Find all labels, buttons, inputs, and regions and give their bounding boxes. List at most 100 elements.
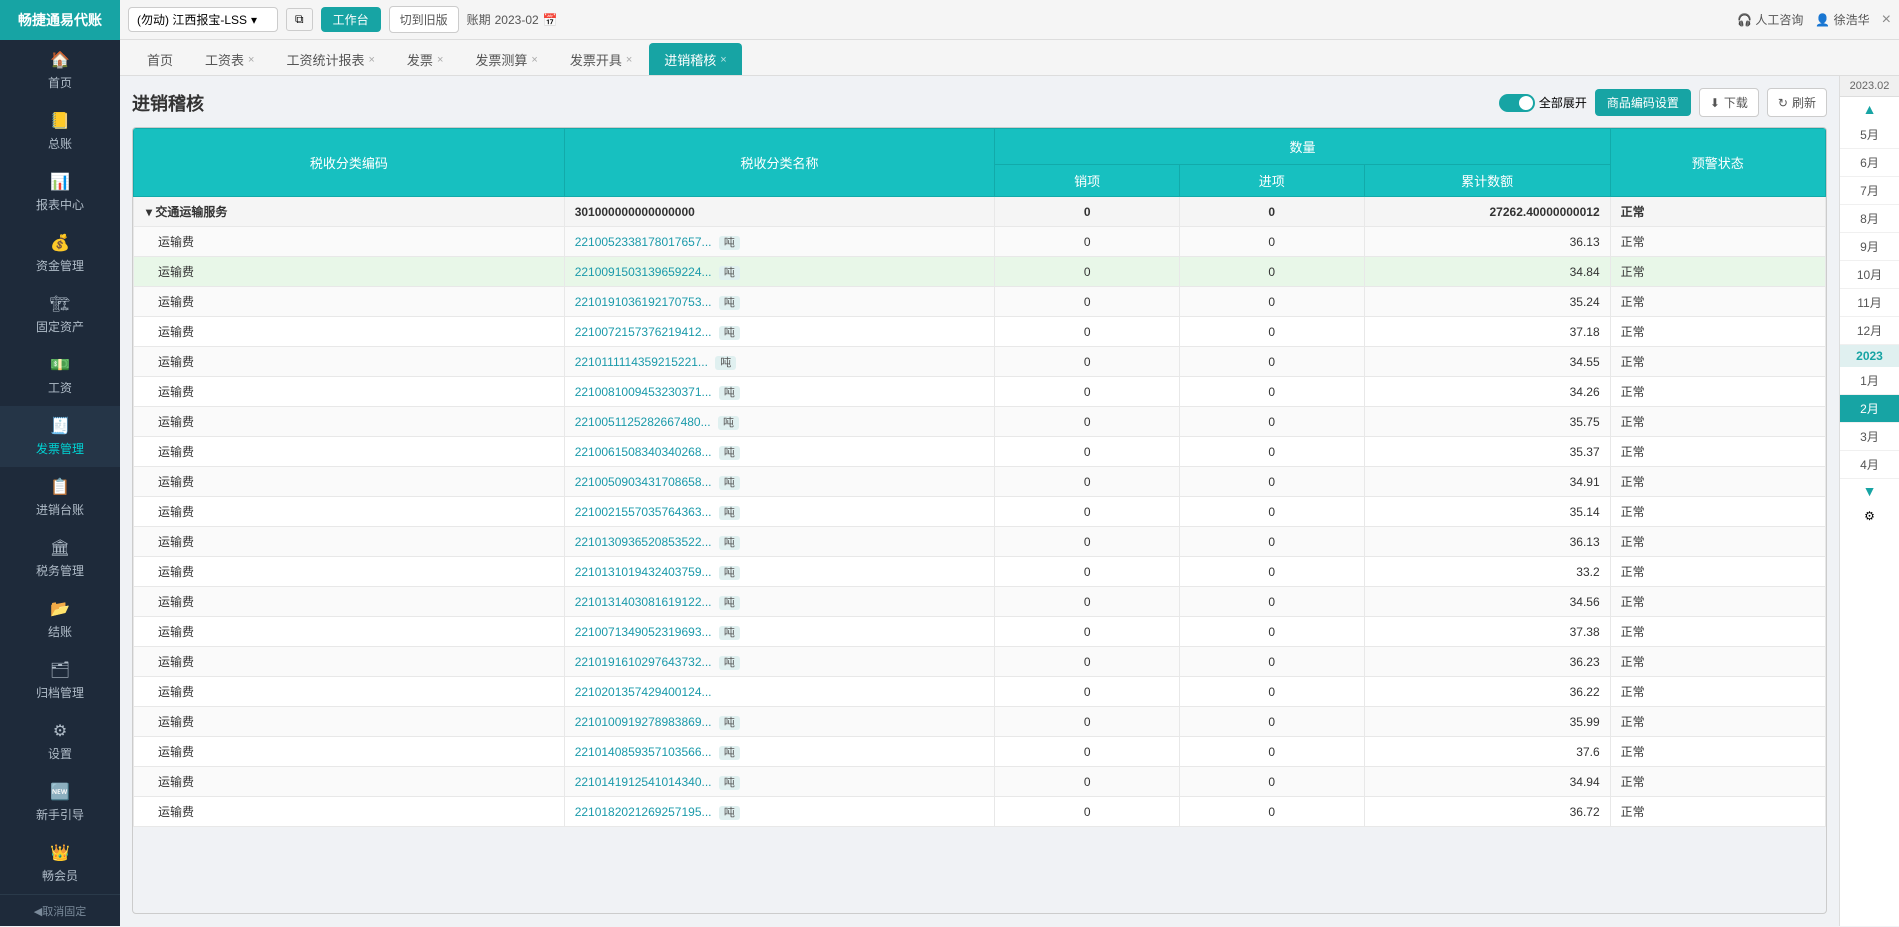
row-name: 运输费	[134, 797, 565, 827]
tab-sales-check[interactable]: 进销稽核 ×	[649, 43, 741, 75]
user-menu[interactable]: 👤 徐浩华	[1815, 11, 1869, 28]
row-cumulative: 34.91	[1364, 467, 1610, 497]
workstation-button[interactable]: 工作台	[321, 7, 381, 32]
row-name: 运输费	[134, 287, 565, 317]
sidebar-item-reports[interactable]: 📊 报表中心	[0, 162, 120, 223]
row-cumulative: 33.2	[1364, 557, 1610, 587]
header-actions: 全部展开 商品编码设置 ⬇ 下载 ↻ 刷新	[1499, 88, 1827, 117]
tab-close-icon[interactable]: ×	[248, 54, 254, 66]
row-status: 正常	[1610, 647, 1825, 677]
refresh-label: 刷新	[1792, 94, 1816, 111]
row-cumulative: 35.14	[1364, 497, 1610, 527]
sidebar-item-assets[interactable]: 🏗 固定资产	[0, 284, 120, 345]
company-selector[interactable]: (勿动) 江西报宝-LSS ▾	[128, 7, 278, 32]
support-link[interactable]: 🎧 人工咨询	[1737, 11, 1803, 28]
row-code: 301000000000000000	[564, 197, 995, 227]
calendar-month-oct[interactable]: 10月	[1840, 261, 1899, 289]
row-cumulative: 27262.40000000012	[1364, 197, 1610, 227]
calendar-icon[interactable]: 📅	[543, 13, 558, 27]
sidebar-item-finance[interactable]: 💰 资金管理	[0, 223, 120, 284]
row-invoice-id: 2210191036192170753... 吨	[564, 287, 995, 317]
tab-invoice-issue[interactable]: 发票开具 ×	[555, 43, 647, 75]
sidebar-item-tax[interactable]: 🏛 税务管理	[0, 528, 120, 589]
sidebar-item-label: 首页	[48, 74, 72, 91]
sidebar-item-member[interactable]: 👑 畅会员	[0, 833, 120, 894]
period-label: 账期	[467, 11, 491, 28]
calendar-month-aug[interactable]: 8月	[1840, 205, 1899, 233]
calendar-month-sep[interactable]: 9月	[1840, 233, 1899, 261]
row-status: 正常	[1610, 587, 1825, 617]
sidebar-item-settings[interactable]: ⚙ 设置	[0, 711, 120, 772]
calendar-month-jun[interactable]: 6月	[1840, 149, 1899, 177]
row-invoice-id: 2210131019432403759... 吨	[564, 557, 995, 587]
tab-home[interactable]: 首页	[132, 43, 188, 75]
page-header: 进销稽核 全部展开 商品编码设置 ⬇ 下载 ↻ 刷	[132, 88, 1827, 117]
switch-version-button[interactable]: 切到旧版	[389, 6, 459, 33]
row-purchase: 0	[1179, 767, 1364, 797]
sidebar-item-ledger[interactable]: 📒 总账	[0, 101, 120, 162]
sidebar-item-purchase-ledger[interactable]: 📋 进销台账	[0, 467, 120, 528]
row-invoice-id: 2210072157376219412... 吨	[564, 317, 995, 347]
sidebar-item-guide[interactable]: 🆕 新手引导	[0, 772, 120, 833]
close-button[interactable]: ×	[1882, 11, 1891, 29]
tab-close-icon[interactable]: ×	[531, 54, 537, 66]
tab-close-icon[interactable]: ×	[437, 54, 443, 66]
tab-close-icon[interactable]: ×	[368, 54, 374, 66]
row-sale: 0	[995, 227, 1180, 257]
calendar-month-may[interactable]: 5月	[1840, 121, 1899, 149]
tab-close-icon[interactable]: ×	[720, 54, 726, 66]
unpin-label: 取消固定	[42, 903, 86, 919]
row-sale: 0	[995, 347, 1180, 377]
calendar-month-feb[interactable]: 2月	[1840, 395, 1899, 423]
row-purchase: 0	[1179, 197, 1364, 227]
product-code-setting-button[interactable]: 商品编码设置	[1595, 89, 1691, 116]
tab-salary-report[interactable]: 工资统计报表 ×	[271, 43, 389, 75]
calendar-month-dec[interactable]: 12月	[1840, 317, 1899, 345]
row-sale: 0	[995, 707, 1180, 737]
calendar-scroll-up[interactable]: ▲	[1840, 97, 1899, 121]
calendar-month-jan[interactable]: 1月	[1840, 367, 1899, 395]
tab-invoice-calc[interactable]: 发票测算 ×	[460, 43, 552, 75]
row-sale: 0	[995, 317, 1180, 347]
download-button[interactable]: ⬇ 下载	[1699, 88, 1759, 117]
row-status: 正常	[1610, 527, 1825, 557]
sidebar: 畅捷通易代账 🏠 首页 📒 总账 📊 报表中心 💰 资金管理 🏗 固定资产 💵 …	[0, 0, 120, 926]
calendar-month-nov[interactable]: 11月	[1840, 289, 1899, 317]
calendar-month-mar[interactable]: 3月	[1840, 423, 1899, 451]
sidebar-item-archive[interactable]: 🗂 归档管理	[0, 650, 120, 711]
tab-close-icon[interactable]: ×	[626, 54, 632, 66]
row-sale: 0	[995, 647, 1180, 677]
calendar-settings-icon[interactable]: ⚙	[1840, 503, 1899, 529]
sidebar-item-label: 结账	[48, 623, 72, 640]
row-status: 正常	[1610, 557, 1825, 587]
data-table-container: 税收分类编码 税收分类名称 数量 预警状态 销项 进项 累计数额	[132, 127, 1827, 914]
calendar-scroll-down[interactable]: ▼	[1840, 479, 1899, 503]
sidebar-item-salary[interactable]: 💵 工资	[0, 345, 120, 406]
row-status: 正常	[1610, 227, 1825, 257]
row-invoice-id: 2210091503139659224... 吨	[564, 257, 995, 287]
tab-label: 发票	[407, 50, 433, 69]
copy-button[interactable]: ⧉	[286, 8, 313, 31]
col-alert-status: 预警状态	[1610, 129, 1825, 197]
app-logo: 畅捷通易代账	[0, 0, 120, 40]
tabbar: 首页 工资表 × 工资统计报表 × 发票 × 发票测算 × 发票开具 × 进销稽…	[120, 40, 1899, 76]
table-row: 运输费 2210191610297643732... 吨 0 0 36.23 正…	[134, 647, 1826, 677]
row-purchase: 0	[1179, 287, 1364, 317]
refresh-button[interactable]: ↻ 刷新	[1767, 88, 1827, 117]
calendar-month-apr[interactable]: 4月	[1840, 451, 1899, 479]
unpin-button[interactable]: ◀ 取消固定	[0, 894, 120, 927]
sidebar-item-close-period[interactable]: 📂 结账	[0, 589, 120, 650]
sidebar-item-home[interactable]: 🏠 首页	[0, 40, 120, 101]
tab-invoice[interactable]: 发票 ×	[392, 43, 458, 75]
row-sale: 0	[995, 677, 1180, 707]
home-icon: 🏠	[50, 50, 70, 70]
table-row: 运输费 2210100919278983869... 吨 0 0 35.99 正…	[134, 707, 1826, 737]
tab-salary[interactable]: 工资表 ×	[190, 43, 269, 75]
row-cumulative: 35.75	[1364, 407, 1610, 437]
row-name: 运输费	[134, 257, 565, 287]
expand-all-toggle[interactable]: 全部展开	[1499, 94, 1587, 112]
toggle-track[interactable]	[1499, 94, 1535, 112]
sidebar-item-invoice[interactable]: 🧾 发票管理	[0, 406, 120, 467]
calendar-month-jul[interactable]: 7月	[1840, 177, 1899, 205]
row-sale: 0	[995, 437, 1180, 467]
